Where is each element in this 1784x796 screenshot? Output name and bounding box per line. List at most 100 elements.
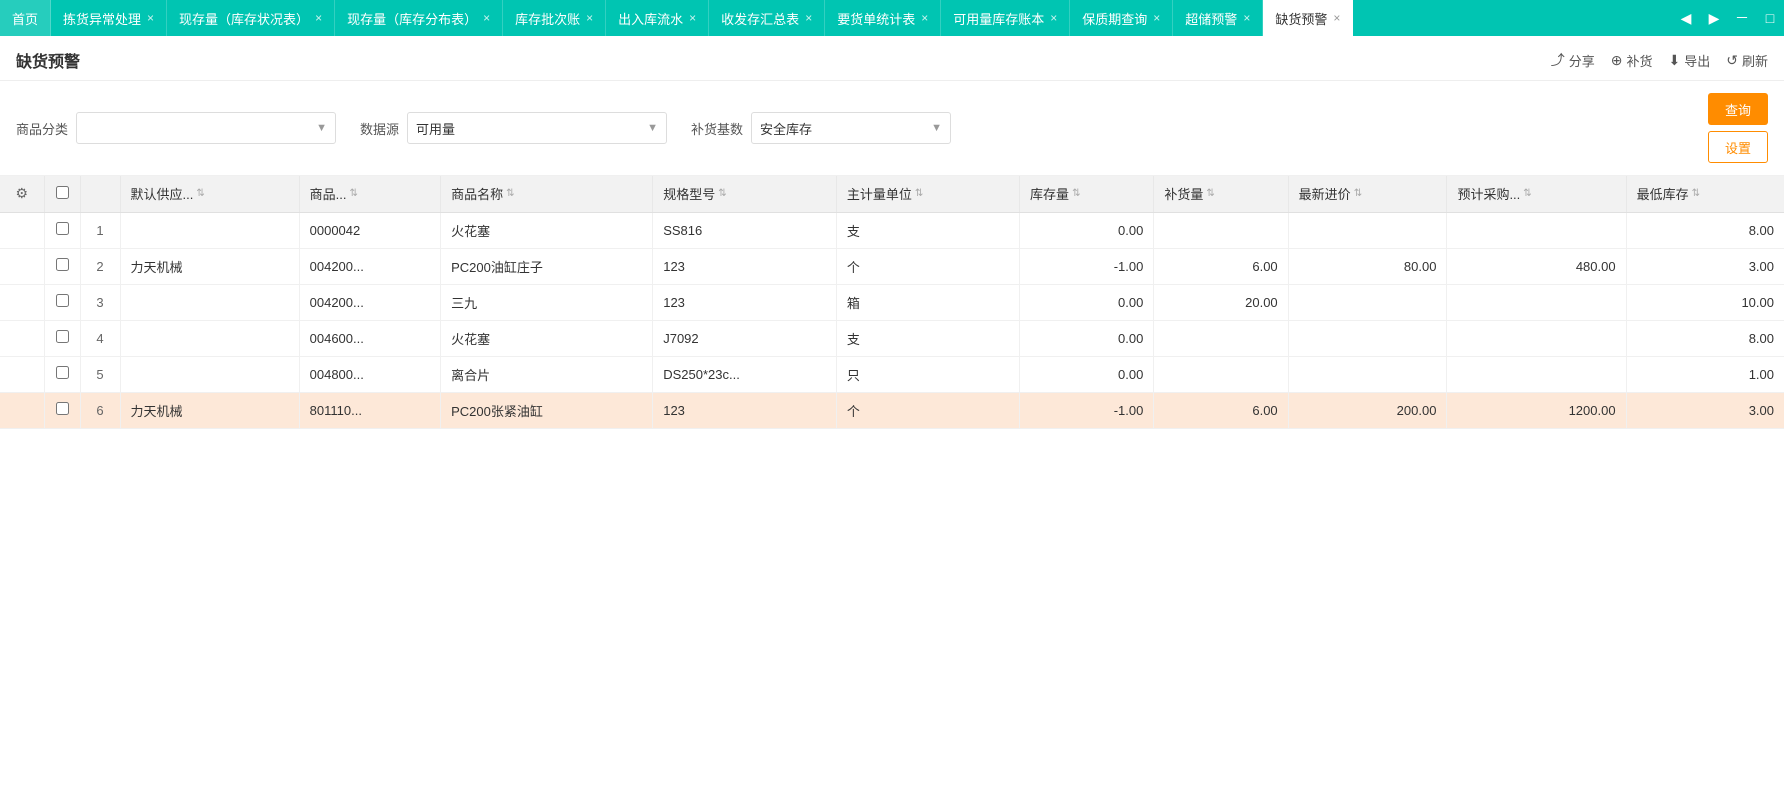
row-latest-price: 200.00 (1288, 392, 1447, 428)
tab-inventory-status[interactable]: 现存量（库存状况表） × (167, 0, 335, 36)
th-num (80, 176, 120, 212)
tab-batch[interactable]: 库存批次账 × (503, 0, 606, 36)
row-stock: -1.00 (1020, 248, 1154, 284)
sort-min-icon[interactable]: ⇅ (1692, 188, 1700, 199)
tab-order-stat[interactable]: 要货单统计表 × (825, 0, 941, 36)
query-button[interactable]: 查询 (1708, 93, 1768, 125)
tab-summary[interactable]: 收发存汇总表 × (709, 0, 825, 36)
sort-est-icon[interactable]: ⇅ (1523, 188, 1531, 199)
sort-unit-icon[interactable]: ⇅ (915, 188, 923, 199)
close-expiry-tab[interactable]: × (1153, 11, 1160, 25)
row-product-name: 火花塞 (441, 212, 653, 248)
table-body: 1 0000042 火花塞 SS816 支 0.00 8.00 2 力天机械 0… (0, 212, 1784, 428)
sort-price-icon[interactable]: ⇅ (1354, 188, 1362, 199)
close-inventory-status-tab[interactable]: × (315, 11, 322, 25)
row-product-code: 004600... (299, 320, 440, 356)
row-supplier: 力天机械 (120, 248, 299, 284)
tab-available[interactable]: 可用量库存账本 × (941, 0, 1070, 36)
th-stock: 库存量 ⇅ (1020, 176, 1154, 212)
row-stock: 0.00 (1020, 212, 1154, 248)
row-number: 2 (80, 248, 120, 284)
th-product-code: 商品... ⇅ (299, 176, 440, 212)
filter-bar: 商品分类 ▼ 数据源 可用量 ▼ 补货基数 安全库存 ▼ 查询 设置 (0, 81, 1784, 176)
share-icon: ⤴ (1551, 50, 1565, 70)
close-available-tab[interactable]: × (1050, 11, 1057, 25)
close-exception-tab[interactable]: × (147, 11, 154, 25)
row-checkbox[interactable] (56, 366, 69, 379)
sort-name-icon[interactable]: ⇅ (506, 188, 514, 199)
row-product-code: 801110... (299, 392, 440, 428)
row-unit: 个 (836, 248, 1019, 284)
row-latest-price (1288, 320, 1447, 356)
row-stock: -1.00 (1020, 392, 1154, 428)
row-checkbox[interactable] (56, 222, 69, 235)
tab-exception[interactable]: 拣货异常处理 × (51, 0, 167, 36)
close-order-stat-tab[interactable]: × (921, 11, 928, 25)
sort-stock-icon[interactable]: ⇅ (1072, 188, 1080, 199)
row-stock: 0.00 (1020, 320, 1154, 356)
row-product-code: 004800... (299, 356, 440, 392)
column-settings-icon[interactable]: ⚙ (15, 185, 28, 201)
share-action[interactable]: ⤴ 分享 (1551, 50, 1595, 70)
row-min-stock: 1.00 (1626, 356, 1784, 392)
row-replenish-qty (1154, 356, 1288, 392)
row-supplier (120, 284, 299, 320)
row-replenish-qty (1154, 320, 1288, 356)
base-select[interactable]: 安全库存 ▼ (751, 112, 951, 144)
table-row: 4 004600... 火花塞 J7092 支 0.00 8.00 (0, 320, 1784, 356)
row-checkbox-cell (44, 284, 80, 320)
row-latest-price (1288, 356, 1447, 392)
tab-prev-button[interactable]: ◀ (1672, 0, 1700, 36)
row-checkbox[interactable] (56, 330, 69, 343)
row-min-stock: 10.00 (1626, 284, 1784, 320)
tab-overstock[interactable]: 超储预警 × (1173, 0, 1263, 36)
export-action[interactable]: ⬇ 导出 (1669, 51, 1711, 70)
close-inventory-dist-tab[interactable]: × (483, 11, 490, 25)
row-checkbox[interactable] (56, 294, 69, 307)
row-unit: 箱 (836, 284, 1019, 320)
refresh-action[interactable]: ↺ 刷新 (1726, 51, 1768, 70)
table-row: 1 0000042 火花塞 SS816 支 0.00 8.00 (0, 212, 1784, 248)
close-inout-tab[interactable]: × (689, 11, 696, 25)
row-checkbox[interactable] (56, 258, 69, 271)
tab-inout[interactable]: 出入库流水 × (606, 0, 709, 36)
row-number: 1 (80, 212, 120, 248)
th-default-supplier: 默认供应... ⇅ (120, 176, 299, 212)
tab-shortage[interactable]: 缺货预警 × (1263, 0, 1353, 36)
row-spec: J7092 (653, 320, 837, 356)
row-settings (0, 392, 44, 428)
row-number: 4 (80, 320, 120, 356)
settings-button[interactable]: 设置 (1708, 131, 1768, 163)
replenish-action[interactable]: ⊕ 补货 (1611, 51, 1653, 70)
maximize-button[interactable]: □ (1756, 0, 1784, 36)
table-row: 5 004800... 离合片 DS250*23c... 只 0.00 1.00 (0, 356, 1784, 392)
row-latest-price: 80.00 (1288, 248, 1447, 284)
tab-inventory-dist[interactable]: 现存量（库存分布表） × (335, 0, 503, 36)
row-checkbox-cell (44, 320, 80, 356)
sort-supplier-icon[interactable]: ⇅ (196, 188, 204, 199)
sort-spec-icon[interactable]: ⇅ (718, 188, 726, 199)
refresh-icon: ↺ (1726, 52, 1738, 69)
minimize-button[interactable]: － (1728, 0, 1756, 36)
select-all-checkbox[interactable] (56, 186, 69, 199)
row-est-purchase (1447, 356, 1626, 392)
row-checkbox[interactable] (56, 402, 69, 415)
tab-next-button[interactable]: ▶ (1700, 0, 1728, 36)
tab-expiry[interactable]: 保质期查询 × (1070, 0, 1173, 36)
datasource-filter-group: 数据源 可用量 ▼ (360, 112, 667, 144)
close-batch-tab[interactable]: × (586, 11, 593, 25)
sort-code-icon[interactable]: ⇅ (349, 188, 357, 199)
close-summary-tab[interactable]: × (805, 11, 812, 25)
row-min-stock: 3.00 (1626, 248, 1784, 284)
replenish-icon: ⊕ (1611, 52, 1623, 69)
row-settings (0, 320, 44, 356)
sort-replenish-icon[interactable]: ⇅ (1206, 188, 1214, 199)
category-select[interactable]: ▼ (76, 112, 336, 144)
data-table: ⚙ 默认供应... ⇅ 商品... (0, 176, 1784, 429)
tab-bar: 首页 拣货异常处理 × 现存量（库存状况表） × 现存量（库存分布表） × 库存… (0, 0, 1784, 36)
close-shortage-tab[interactable]: × (1333, 11, 1340, 25)
datasource-select[interactable]: 可用量 ▼ (407, 112, 667, 144)
close-overstock-tab[interactable]: × (1243, 11, 1250, 25)
tab-home[interactable]: 首页 (0, 0, 51, 36)
row-supplier (120, 356, 299, 392)
